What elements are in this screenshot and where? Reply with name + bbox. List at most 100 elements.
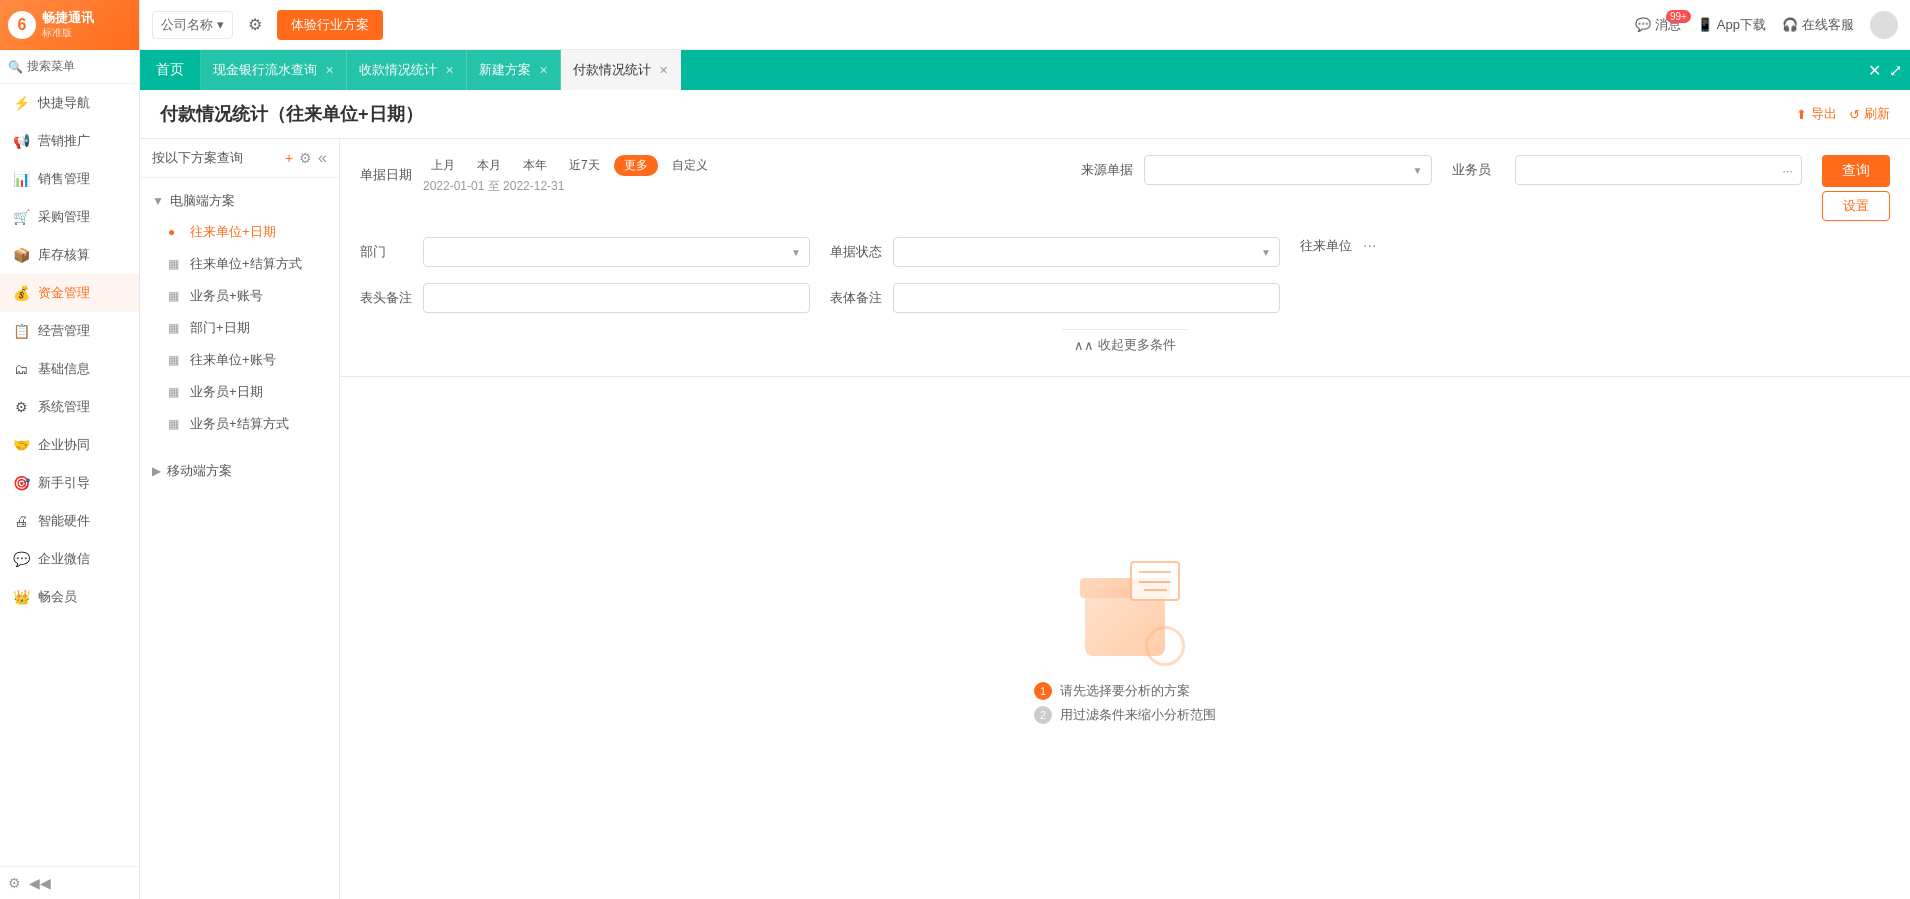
sidebar-item-capital[interactable]: 💰 资金管理 bbox=[0, 274, 139, 312]
panel-toolbar-label: 按以下方案查询 bbox=[152, 149, 243, 167]
sidebar-item-wechat[interactable]: 💬 企业微信 bbox=[0, 540, 139, 578]
export-btn[interactable]: ⬆ 导出 bbox=[1796, 105, 1837, 123]
capital-icon: 💰 bbox=[12, 284, 30, 302]
dept-select[interactable]: ▼ bbox=[423, 237, 810, 267]
scheme-label: 往来单位+结算方式 bbox=[190, 255, 302, 273]
scheme-item-unit-date[interactable]: ● 往来单位+日期 bbox=[140, 216, 339, 248]
tab-bank-flow[interactable]: 现金银行流水查询 ✕ bbox=[201, 50, 347, 90]
chevron-down-icon: ▾ bbox=[217, 17, 224, 32]
export-label: 导出 bbox=[1811, 105, 1837, 123]
tab-new-plan[interactable]: 新建方案 ✕ bbox=[467, 50, 561, 90]
search-icon: 🔍 bbox=[8, 60, 23, 74]
empty-step-1-row: 1 请先选择要分析的方案 bbox=[1034, 682, 1216, 700]
pc-group-header[interactable]: ▼ 电脑端方案 bbox=[140, 186, 339, 216]
scheme-item-staff-date[interactable]: ▦ 业务员+日期 bbox=[140, 376, 339, 408]
scheme-label: 业务员+账号 bbox=[190, 287, 263, 305]
header-settings-btn[interactable]: ⚙ bbox=[241, 11, 269, 39]
filter-dept-item: 部门 ▼ bbox=[360, 237, 810, 267]
head-notes-input[interactable] bbox=[423, 283, 810, 313]
mobile-group-header[interactable]: ▶ 移动端方案 bbox=[140, 456, 339, 486]
ellipsis-icon: ··· bbox=[1782, 163, 1793, 178]
online-service-btn[interactable]: 🎧 在线客服 bbox=[1782, 16, 1854, 34]
source-label: 来源单据 bbox=[1081, 161, 1136, 179]
scheme-item-staff-settle[interactable]: ▦ 业务员+结算方式 bbox=[140, 408, 339, 440]
guide-icon: 🎯 bbox=[12, 474, 30, 492]
message-btn[interactable]: 💬 消息 99+ bbox=[1635, 16, 1681, 34]
top-header: 公司名称 ▾ ⚙ 体验行业方案 💬 消息 99+ 📱 App下载 🎧 在线客服 bbox=[140, 0, 1910, 50]
scheme-item-staff-account[interactable]: ▦ 业务员+账号 bbox=[140, 280, 339, 312]
company-selector[interactable]: 公司名称 ▾ bbox=[152, 11, 233, 39]
related-unit-ellipsis[interactable]: ··· bbox=[1363, 237, 1376, 255]
scheme-item-unit-account[interactable]: ▦ 往来单位+账号 bbox=[140, 344, 339, 376]
app-icon: 📱 bbox=[1697, 17, 1713, 32]
sidebar-item-label: 系统管理 bbox=[38, 398, 90, 416]
sidebar-item-inventory[interactable]: 📦 库存核算 bbox=[0, 236, 139, 274]
tab-close-icon[interactable]: ✕ bbox=[325, 64, 334, 77]
staff-select[interactable]: ··· bbox=[1515, 155, 1803, 185]
tab-expand-btn[interactable]: ⤢ bbox=[1889, 61, 1902, 80]
scheme-item-unit-settle[interactable]: ▦ 往来单位+结算方式 bbox=[140, 248, 339, 280]
collapse-sidebar-btn[interactable]: ◀◀ bbox=[29, 875, 51, 891]
voucher-status-select[interactable]: ▼ bbox=[893, 237, 1280, 267]
app-download-label: App下载 bbox=[1717, 16, 1766, 34]
date-last-month-btn[interactable]: 上月 bbox=[423, 155, 463, 176]
scheme-label: 往来单位+账号 bbox=[190, 351, 276, 369]
sidebar-item-hardware[interactable]: 🖨 智能硬件 bbox=[0, 502, 139, 540]
sidebar-item-marketing[interactable]: 📢 营销推广 bbox=[0, 122, 139, 160]
sidebar-item-vip[interactable]: 👑 畅会员 bbox=[0, 578, 139, 616]
tab-close-icon[interactable]: ✕ bbox=[445, 64, 454, 77]
sidebar-item-guide[interactable]: 🎯 新手引导 bbox=[0, 464, 139, 502]
sidebar-header: 6 畅捷通讯 标准版 bbox=[0, 0, 139, 50]
step2-text: 用过滤条件来缩小分析范围 bbox=[1060, 706, 1216, 724]
body-notes-input[interactable] bbox=[893, 283, 1280, 313]
sidebar-item-quick-nav[interactable]: ⚡ 快捷导航 bbox=[0, 84, 139, 122]
tab-receivable[interactable]: 收款情况统计 ✕ bbox=[347, 50, 467, 90]
sidebar-item-system[interactable]: ⚙ 系统管理 bbox=[0, 388, 139, 426]
sidebar: 6 畅捷通讯 标准版 🔍 搜索菜单 ⚡ 快捷导航 📢 营销推广 📊 销售管理 🛒… bbox=[0, 0, 140, 899]
source-select[interactable]: ▼ bbox=[1144, 155, 1432, 185]
date-more-btn[interactable]: 更多 bbox=[614, 155, 658, 176]
tab-close-icon[interactable]: ✕ bbox=[659, 64, 668, 77]
sidebar-item-operation[interactable]: 📋 经营管理 bbox=[0, 312, 139, 350]
collapse-btn[interactable]: ∧∧ 收起更多条件 bbox=[1062, 329, 1188, 360]
wechat-icon: 💬 bbox=[12, 550, 30, 568]
app-download-btn[interactable]: 📱 App下载 bbox=[1697, 16, 1766, 34]
collapse-arrow-icon: ∧∧ bbox=[1074, 338, 1094, 353]
scheme-group-pc: ▼ 电脑端方案 ● 往来单位+日期 ▦ 往来单位+结算方式 ▦ 业务员+账号 bbox=[140, 178, 339, 448]
filter-related-unit-item: 往来单位 ··· bbox=[1300, 237, 1750, 255]
date-range-text: 2022-01-01 至 2022-12-31 bbox=[423, 178, 716, 195]
filter-row-2: 部门 ▼ 单据状态 ▼ bbox=[360, 237, 1890, 267]
refresh-btn[interactable]: ↺ 刷新 bbox=[1849, 105, 1890, 123]
tab-close-all-btn[interactable]: ✕ bbox=[1868, 61, 1881, 80]
sidebar-item-base-info[interactable]: 🗂 基础信息 bbox=[0, 350, 139, 388]
filter-dates: 上月 本月 本年 近7天 更多 自定义 bbox=[423, 155, 716, 176]
tab-home[interactable]: 首页 bbox=[140, 50, 201, 90]
query-button[interactable]: 查询 bbox=[1822, 155, 1890, 187]
scheme-item-dept-date[interactable]: ▦ 部门+日期 bbox=[140, 312, 339, 344]
user-avatar[interactable] bbox=[1870, 11, 1898, 39]
date-this-year-btn[interactable]: 本年 bbox=[515, 155, 555, 176]
add-scheme-btn[interactable]: + bbox=[285, 150, 293, 166]
staff-label: 业务员 bbox=[1452, 161, 1507, 179]
sidebar-item-purchase[interactable]: 🛒 采购管理 bbox=[0, 198, 139, 236]
date-this-month-btn[interactable]: 本月 bbox=[469, 155, 509, 176]
scheme-settings-btn[interactable]: ⚙ bbox=[299, 150, 312, 166]
logo-sub: 标准版 bbox=[42, 26, 94, 40]
sidebar-item-enterprise[interactable]: 🤝 企业协同 bbox=[0, 426, 139, 464]
trial-button[interactable]: 体验行业方案 bbox=[277, 10, 383, 40]
vip-icon: 👑 bbox=[12, 588, 30, 606]
sidebar-item-label: 资金管理 bbox=[38, 284, 90, 302]
message-badge: 99+ bbox=[1666, 10, 1691, 23]
settings-footer-btn[interactable]: ⚙ bbox=[8, 875, 21, 891]
panel-collapse-btn[interactable]: « bbox=[318, 149, 327, 167]
scheme-label: 往来单位+日期 bbox=[190, 223, 276, 241]
filter-settings-button[interactable]: 设置 bbox=[1822, 191, 1890, 221]
refresh-label: 刷新 bbox=[1864, 105, 1890, 123]
tab-close-icon[interactable]: ✕ bbox=[539, 64, 548, 77]
sidebar-search[interactable]: 🔍 搜索菜单 bbox=[0, 50, 139, 84]
tab-payment[interactable]: 付款情况统计 ✕ bbox=[561, 50, 681, 90]
home-label: 首页 bbox=[156, 61, 184, 79]
sidebar-item-sales[interactable]: 📊 销售管理 bbox=[0, 160, 139, 198]
date-custom-btn[interactable]: 自定义 bbox=[664, 155, 716, 176]
date-last7-btn[interactable]: 近7天 bbox=[561, 155, 608, 176]
